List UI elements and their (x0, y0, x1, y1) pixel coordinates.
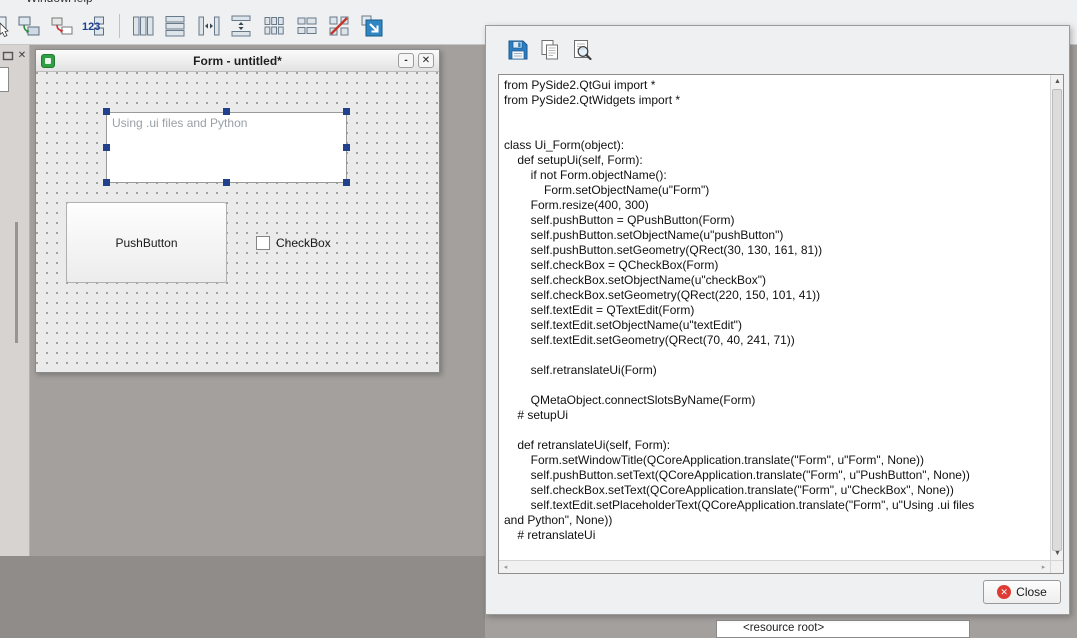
code-line: class Ui_Form(object): (504, 138, 1050, 153)
scroll-down-arrow-icon[interactable]: ▼ (1051, 547, 1064, 560)
code-line: # setupUi (504, 408, 1050, 423)
checkbox-label: CheckBox (276, 236, 331, 250)
code-line: self.pushButton.setText(QCoreApplication… (504, 468, 1050, 483)
code-line: self.checkBox.setObjectName(u"checkBox") (504, 273, 1050, 288)
selection-handle-bottom-center[interactable] (223, 179, 230, 186)
code-preview-dialog: from PySide2.QtGui import *from PySide2.… (485, 25, 1070, 615)
code-line: Form.resize(400, 300) (504, 198, 1050, 213)
dock-float-button[interactable] (1, 49, 15, 63)
code-line: QMetaObject.connectSlotsByName(Form) (504, 393, 1050, 408)
pushbutton-label: PushButton (115, 236, 177, 250)
scrollbar-corner (1050, 560, 1063, 573)
code-line: self.pushButton = QPushButton(Form) (504, 213, 1050, 228)
selection-handle-top-left[interactable] (103, 108, 110, 115)
code-line: self.checkBox = QCheckBox(Form) (504, 258, 1050, 273)
checkbox-indicator[interactable] (256, 236, 270, 250)
form-window-title: Form - untitled* (36, 54, 439, 68)
code-text[interactable]: from PySide2.QtGui import *from PySide2.… (499, 75, 1050, 560)
lay-out-horizontal-splitter-icon[interactable] (196, 13, 222, 39)
code-line: from PySide2.QtGui import * (504, 78, 1050, 93)
close-button-icon: ✕ (997, 585, 1011, 599)
code-line: self.checkBox.setText(QCoreApplication.t… (504, 483, 1050, 498)
selection-handle-top-center[interactable] (223, 108, 230, 115)
edit-widgets-icon[interactable] (0, 13, 12, 39)
edit-signals-slots-icon[interactable] (16, 13, 42, 39)
code-line: self.pushButton.setObjectName(u"pushButt… (504, 228, 1050, 243)
horizontal-scrollbar[interactable]: ◂ ▸ (499, 560, 1050, 573)
close-button[interactable]: ✕ Close (983, 580, 1061, 604)
code-line: if not Form.objectName(): (504, 168, 1050, 183)
code-line: from PySide2.QtWidgets import * (504, 93, 1050, 108)
toolbar-separator (119, 14, 120, 38)
code-line: self.checkBox.setGeometry(QRect(220, 150… (504, 288, 1050, 303)
scroll-up-arrow-icon[interactable]: ▲ (1051, 75, 1064, 88)
code-line: # retranslateUi (504, 528, 1050, 543)
menubar: Window Help (0, 0, 420, 6)
close-window-button[interactable]: ✕ (418, 53, 434, 68)
code-line: self.textEdit = QTextEdit(Form) (504, 303, 1050, 318)
form-canvas[interactable]: Using .ui files and Python PushButton Ch… (36, 72, 439, 372)
adjust-size-icon[interactable] (359, 13, 385, 39)
copy-icon[interactable] (538, 38, 562, 62)
edit-tab-order-icon[interactable]: 123 (80, 13, 106, 39)
qt-designer-application: Window Help 123 (0, 0, 1077, 638)
code-view[interactable]: from PySide2.QtGui import *from PySide2.… (498, 74, 1064, 574)
form-window-titlebar[interactable]: Form - untitled* - ✕ (36, 50, 439, 72)
code-line (504, 348, 1050, 363)
code-line: self.textEdit.setPlaceholderText(QCoreAp… (504, 498, 1050, 513)
lay-out-grid-icon[interactable] (261, 13, 287, 39)
scroll-right-arrow-icon[interactable]: ▸ (1037, 561, 1050, 574)
scroll-left-arrow-icon[interactable]: ◂ (499, 561, 512, 574)
code-line: and Python", None)) (504, 513, 1050, 528)
selection-handle-top-right[interactable] (343, 108, 350, 115)
break-layout-icon[interactable] (326, 13, 352, 39)
code-line (504, 123, 1050, 138)
lay-out-form-icon[interactable] (294, 13, 320, 39)
selection-handle-mid-left[interactable] (103, 144, 110, 151)
code-line (504, 108, 1050, 123)
textedit-widget[interactable]: Using .ui files and Python (106, 112, 347, 183)
code-line (504, 423, 1050, 438)
lay-out-vertical-splitter-icon[interactable] (228, 13, 254, 39)
code-line: def retranslateUi(self, Form): (504, 438, 1050, 453)
dock-close-button[interactable]: ✕ (15, 49, 29, 63)
vertical-scrollbar-thumb[interactable] (1052, 89, 1062, 551)
lay-out-vertically-icon[interactable] (162, 13, 188, 39)
code-line: self.pushButton.setGeometry(QRect(30, 13… (504, 243, 1050, 258)
vertical-scrollbar[interactable]: ▲ ▼ (1050, 75, 1063, 560)
code-line: def setupUi(self, Form): (504, 153, 1050, 168)
selection-handle-bottom-left[interactable] (103, 179, 110, 186)
edit-buddies-icon[interactable] (49, 13, 75, 39)
code-line: self.textEdit.setGeometry(QRect(70, 40, … (504, 333, 1050, 348)
code-line: self.textEdit.setObjectName(u"textEdit") (504, 318, 1050, 333)
lay-out-horizontally-icon[interactable] (130, 13, 156, 39)
resource-root-label: <resource root> (743, 622, 824, 634)
minimize-button[interactable]: - (398, 53, 414, 68)
code-line: self.retranslateUi(Form) (504, 363, 1050, 378)
pushbutton-widget[interactable]: PushButton (66, 202, 227, 283)
filter-input-fragment[interactable] (0, 67, 9, 92)
save-icon[interactable] (506, 38, 530, 62)
tab-order-glyph: 123 (82, 21, 100, 33)
resource-browser-fragment[interactable]: <resource root> (716, 620, 970, 638)
code-line: Form.setWindowTitle(QCoreApplication.tra… (504, 453, 1050, 468)
close-button-label: Close (1016, 585, 1047, 599)
panel-scrollbar-fragment[interactable] (15, 222, 18, 343)
form-editor-window: Form - untitled* - ✕ Using .ui files and… (35, 49, 440, 373)
checkbox-widget[interactable]: CheckBox (256, 222, 357, 263)
selection-handle-mid-right[interactable] (343, 144, 350, 151)
menu-window[interactable]: Window (26, 0, 69, 5)
textedit-placeholder: Using .ui files and Python (112, 116, 247, 130)
find-icon[interactable] (570, 38, 594, 62)
code-line: Form.setObjectName(u"Form") (504, 183, 1050, 198)
selection-handle-bottom-right[interactable] (343, 179, 350, 186)
code-line (504, 378, 1050, 393)
menu-help[interactable]: Help (68, 0, 93, 5)
workspace-area (0, 556, 485, 638)
